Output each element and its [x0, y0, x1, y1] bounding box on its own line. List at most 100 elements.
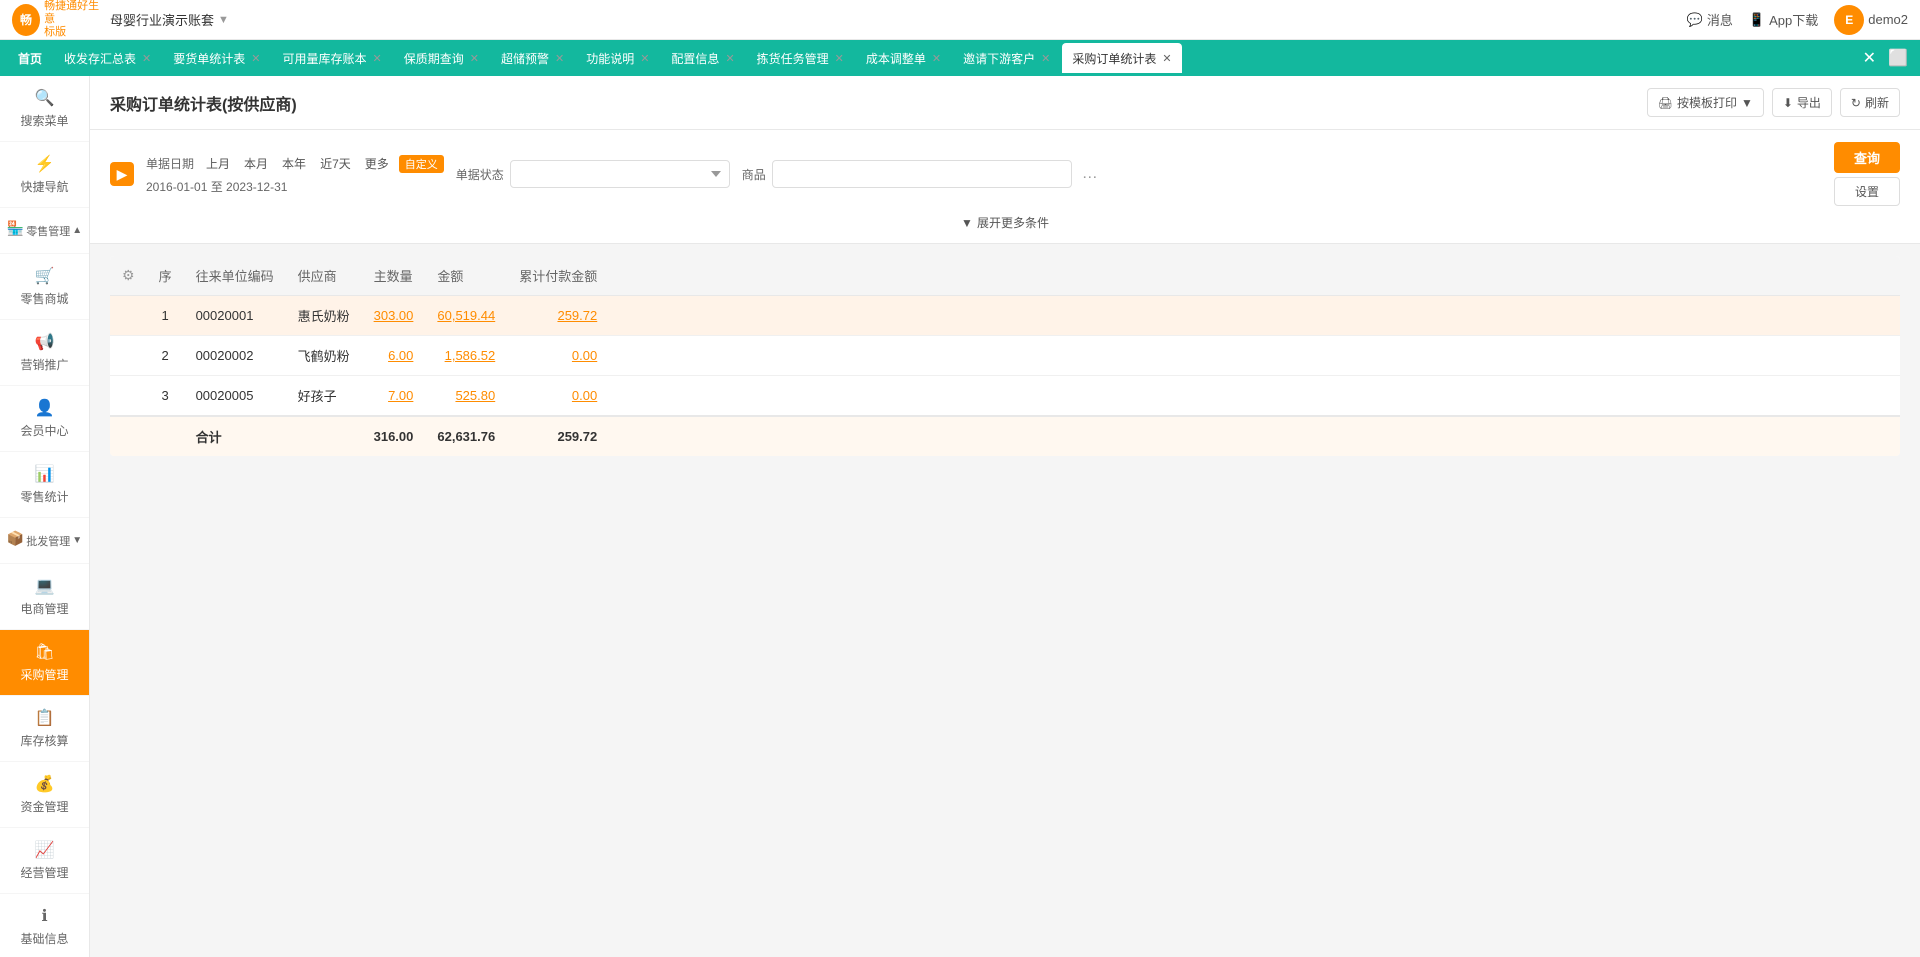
- row-2-cum-paid[interactable]: 0.00: [507, 336, 609, 376]
- sidebar-item-retail-shop[interactable]: 🛒 零售商城: [0, 254, 89, 320]
- goods-label: 商品: [742, 166, 766, 183]
- table-row: 2 00020002 飞鹤奶粉 6.00 1,586.52 0.00: [110, 336, 1900, 376]
- retail-mgmt-arrow-icon: ▲: [72, 225, 82, 236]
- expand-icon: ▼: [961, 216, 973, 230]
- settings-gear-icon[interactable]: ⚙: [122, 267, 135, 283]
- goods-input-dots[interactable]: …: [1078, 165, 1102, 183]
- message-icon: 💬: [1687, 12, 1703, 28]
- filter-row: ▶ 单据日期 上月 本月 本年 近7天 更多 自定义: [110, 142, 1900, 206]
- tab-warranty-query[interactable]: 保质期查询 ✕: [394, 43, 489, 73]
- tab-close-available-inventory[interactable]: ✕: [373, 52, 382, 65]
- sidebar-item-wholesale-mgmt[interactable]: 📦 批发管理 ▼: [0, 518, 89, 564]
- top-bar: 畅 畅捷通好生意 标版 母婴行业演示账套 ▼ 💬 消息 📱 App下载 E de…: [0, 0, 1920, 40]
- sidebar-item-ecommerce-mgmt[interactable]: 💻 电商管理: [0, 564, 89, 630]
- close-tab-btn[interactable]: ✕: [1859, 46, 1880, 70]
- sidebar-item-finance-mgmt[interactable]: 💰 资金管理: [0, 762, 89, 828]
- date-shortcuts: 上月 本月 本年 近7天 更多 自定义: [202, 153, 444, 174]
- status-select[interactable]: [510, 160, 730, 188]
- table-row: 3 00020005 好孩子 7.00 525.80 0.00: [110, 376, 1900, 417]
- shortcut-last-month[interactable]: 上月: [202, 153, 234, 174]
- table-footer-row: 合计 316.00 62,631.76 259.72: [110, 416, 1900, 456]
- row-1-cum-paid[interactable]: 259.72: [507, 296, 609, 336]
- row-1-amount[interactable]: 60,519.44: [425, 296, 507, 336]
- tab-close-purchase-stats[interactable]: ✕: [1162, 52, 1171, 65]
- tab-close-func-desc[interactable]: ✕: [640, 52, 649, 65]
- tab-pick-task[interactable]: 拣货任务管理 ✕: [747, 43, 854, 73]
- footer-label: 合计: [184, 416, 362, 456]
- download-icon: 📱: [1749, 12, 1765, 28]
- sidebar-item-basic-info[interactable]: ℹ 基础信息: [0, 894, 89, 957]
- tab-invite-downstream[interactable]: 邀请下游客户 ✕: [953, 43, 1060, 73]
- template-dropdown-icon: ▼: [1741, 96, 1753, 110]
- row-3-supplier: 好孩子: [286, 376, 362, 417]
- tab-close-order-stats[interactable]: ✕: [251, 52, 260, 65]
- row-3-main-qty[interactable]: 7.00: [362, 376, 426, 417]
- table-head: ⚙ 序 往来单位编码 供应商 主数量 金额 累计付款金额: [110, 256, 1900, 296]
- tab-purchase-stats[interactable]: 采购订单统计表 ✕: [1062, 43, 1181, 73]
- row-2-unit-code: 00020002: [184, 336, 286, 376]
- tab-cost-adjust[interactable]: 成本调整单 ✕: [856, 43, 951, 73]
- sidebar-item-search[interactable]: 🔍 搜索菜单: [0, 76, 89, 142]
- column-amount: 金额: [425, 256, 507, 296]
- filter-area: ▶ 单据日期 上月 本月 本年 近7天 更多 自定义: [90, 130, 1920, 244]
- column-settings[interactable]: ⚙: [110, 256, 147, 296]
- shortcut-this-month[interactable]: 本月: [240, 153, 272, 174]
- footer-amount: 62,631.76: [425, 416, 507, 456]
- custom-date-badge[interactable]: 自定义: [399, 155, 444, 173]
- tab-close-collect-pay[interactable]: ✕: [142, 52, 151, 65]
- sidebar-item-retail-mgmt[interactable]: 🏪 零售管理 ▲: [0, 208, 89, 254]
- sidebar-item-operation-mgmt[interactable]: 📈 经营管理: [0, 828, 89, 894]
- footer-cum-paid: 259.72: [507, 416, 609, 456]
- row-3-amount[interactable]: 525.80: [425, 376, 507, 417]
- avatar: E: [1834, 5, 1864, 35]
- tab-func-desc[interactable]: 功能说明 ✕: [576, 43, 659, 73]
- shortcut-this-year[interactable]: 本年: [278, 153, 310, 174]
- goods-input[interactable]: [772, 160, 1072, 188]
- inventory-check-icon: 📋: [35, 708, 55, 728]
- tab-close-warranty-query[interactable]: ✕: [470, 52, 479, 65]
- row-1-supplier: 惠氏奶粉: [286, 296, 362, 336]
- tab-order-stats[interactable]: 要货单统计表 ✕: [163, 43, 270, 73]
- tab-close-invite-downstream[interactable]: ✕: [1041, 52, 1050, 65]
- filter-toggle-button[interactable]: ▶: [110, 162, 134, 186]
- setting-button[interactable]: 设置: [1834, 177, 1900, 206]
- row-1-num: 1: [147, 296, 184, 336]
- sidebar-item-retail-stats[interactable]: 📊 零售统计: [0, 452, 89, 518]
- message-button[interactable]: 💬 消息: [1687, 10, 1733, 29]
- expand-more-button[interactable]: ▼ 展开更多条件: [110, 214, 1900, 231]
- query-button[interactable]: 查询: [1834, 142, 1900, 173]
- refresh-button[interactable]: ↻ 刷新: [1840, 88, 1900, 117]
- sidebar-item-inventory-check[interactable]: 📋 库存核算: [0, 696, 89, 762]
- template-print-button[interactable]: 🖨 按模板打印 ▼: [1647, 88, 1764, 117]
- tab-close-overstock-warning[interactable]: ✕: [555, 52, 564, 65]
- maximize-tab-btn[interactable]: ⬜: [1884, 46, 1912, 70]
- row-2-amount[interactable]: 1,586.52: [425, 336, 507, 376]
- tab-home[interactable]: 首页: [8, 43, 52, 73]
- sidebar-item-quick-nav[interactable]: ⚡ 快捷导航: [0, 142, 89, 208]
- member-center-icon: 👤: [35, 398, 55, 418]
- tab-close-config-info[interactable]: ✕: [725, 52, 734, 65]
- tab-config-info[interactable]: 配置信息 ✕: [661, 43, 744, 73]
- sidebar-item-purchase-mgmt[interactable]: 🛍 采购管理: [0, 630, 89, 696]
- workspace-selector[interactable]: 母婴行业演示账套 ▼: [110, 10, 229, 29]
- row-1-main-qty[interactable]: 303.00: [362, 296, 426, 336]
- sidebar-item-member-center[interactable]: 👤 会员中心: [0, 386, 89, 452]
- app-download-button[interactable]: 📱 App下载: [1749, 10, 1818, 29]
- tab-available-inventory[interactable]: 可用量库存账本 ✕: [272, 43, 391, 73]
- row-3-cum-paid[interactable]: 0.00: [507, 376, 609, 417]
- table-footer: 合计 316.00 62,631.76 259.72: [110, 416, 1900, 456]
- tab-overstock-warning[interactable]: 超储预警 ✕: [491, 43, 574, 73]
- export-button[interactable]: ⬇ 导出: [1772, 88, 1832, 117]
- finance-mgmt-icon: 💰: [35, 774, 55, 794]
- tab-close-pick-task[interactable]: ✕: [835, 52, 844, 65]
- user-avatar-area[interactable]: E demo2: [1834, 5, 1908, 35]
- row-3-settings: [110, 376, 147, 417]
- filter-field-goods: 商品 …: [742, 160, 1102, 188]
- nav-tabs-bar: 首页 收发存汇总表 ✕ 要货单统计表 ✕ 可用量库存账本 ✕ 保质期查询 ✕ 超…: [0, 40, 1920, 76]
- sidebar-item-marketing[interactable]: 📢 营销推广: [0, 320, 89, 386]
- tab-close-cost-adjust[interactable]: ✕: [932, 52, 941, 65]
- shortcut-7days[interactable]: 近7天: [316, 153, 355, 174]
- shortcut-more[interactable]: 更多: [361, 153, 393, 174]
- tab-collect-pay[interactable]: 收发存汇总表 ✕: [54, 43, 161, 73]
- row-2-main-qty[interactable]: 6.00: [362, 336, 426, 376]
